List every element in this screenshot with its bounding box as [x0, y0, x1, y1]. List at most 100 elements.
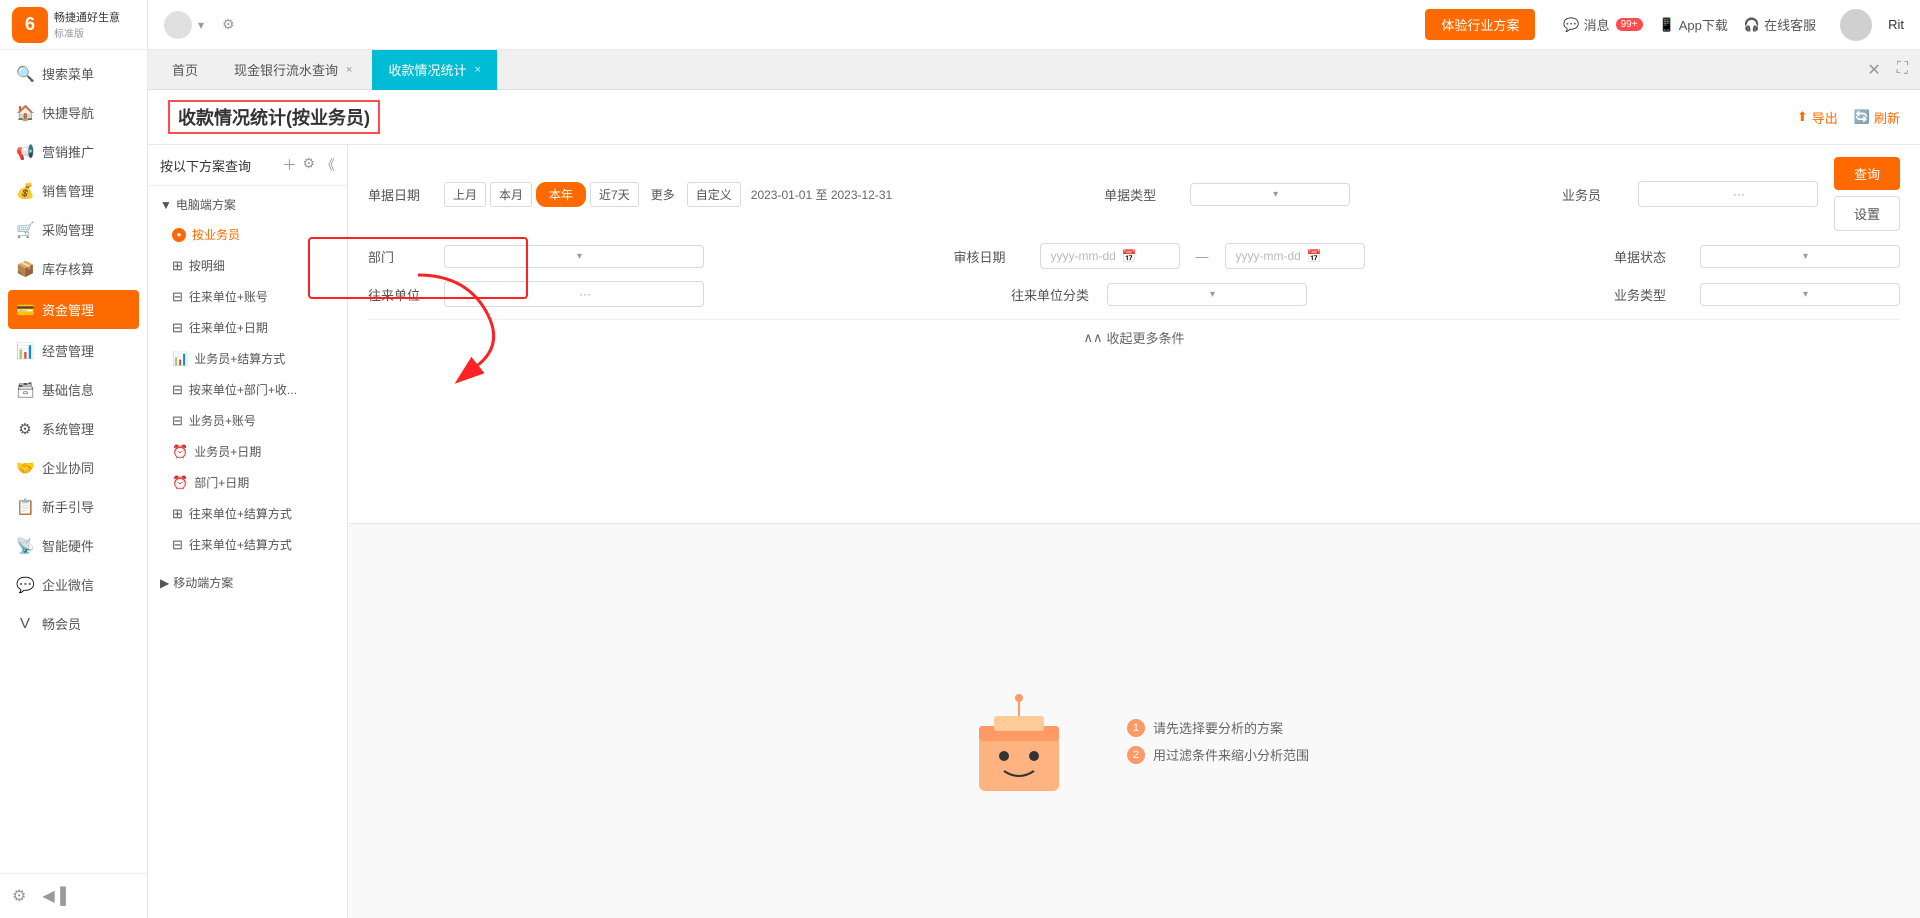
- sidebar-item-finance[interactable]: 💳 资金管理: [8, 290, 139, 329]
- scheme-section-desktop: ▼ 电脑端方案 ● 按业务员 ⊞ 按明细 ⊟ 往来单位+账号: [148, 186, 347, 564]
- dept-date-icon: ⏰: [172, 475, 188, 491]
- tab-receipts[interactable]: 收款情况统计 ×: [372, 50, 496, 90]
- right-panel: 单据日期 上月 本月 本年 近7天 更多 自定义 2023-01-01 至 20…: [348, 145, 1920, 918]
- sidebar-item-wechat[interactable]: 💬 企业微信: [0, 565, 147, 604]
- sidebar-item-operation[interactable]: 📊 经营管理: [0, 331, 147, 370]
- date-dash: —: [1196, 249, 1209, 264]
- salesperson-label: 业务员: [1562, 185, 1622, 204]
- sidebar-item-basic[interactable]: 🗃 基础信息: [0, 370, 147, 409]
- partner-select[interactable]: ···: [444, 281, 704, 307]
- body-area: 按以下方案查询 ＋ ⚙ 《 ▼ 电脑端方案 ● 按业务员: [148, 145, 1920, 918]
- sidebar-menu: 🔍 搜索菜单 🏠 快捷导航 📢 营销推广 💰 销售管理 🛒 采购管理 📦 库存核…: [0, 50, 147, 873]
- sidebar-item-purchase[interactable]: 🛒 采购管理: [0, 210, 147, 249]
- dept-select[interactable]: ▾: [444, 245, 704, 268]
- app-download-item[interactable]: 📱 App下载: [1659, 15, 1728, 34]
- sidebar-item-guide[interactable]: 📋 新手引导: [0, 487, 147, 526]
- type-select[interactable]: ▾: [1190, 183, 1350, 206]
- sidebar-item-hardware[interactable]: 📡 智能硬件: [0, 526, 147, 565]
- date-btn-last-month[interactable]: 上月: [444, 182, 486, 207]
- export-button[interactable]: ⬆ 导出: [1797, 108, 1838, 127]
- settings-button[interactable]: 设置: [1834, 196, 1900, 231]
- scheme-item-unit-dept[interactable]: ⊟ 按来单位+部门+收...: [148, 374, 347, 405]
- guide-icon: 📋: [16, 498, 34, 516]
- notification-icon: 💬: [1563, 17, 1579, 33]
- trial-button[interactable]: 体验行业方案: [1425, 9, 1535, 40]
- sidebar-item-member[interactable]: V 畅会员: [0, 604, 147, 643]
- detail-icon: ⊞: [172, 258, 183, 274]
- chevron-right-icon: ▶: [160, 576, 169, 590]
- scheme-collapse-button[interactable]: 《: [321, 155, 335, 175]
- sidebar-item-marketing[interactable]: 📢 营销推广: [0, 132, 147, 171]
- scheme-section-mobile: ▶ 移动端方案: [148, 564, 347, 601]
- date-btn-custom[interactable]: 自定义: [687, 182, 741, 207]
- user-avatar[interactable]: [1840, 9, 1872, 41]
- salesperson-select[interactable]: ···: [1638, 181, 1818, 207]
- date-range-text: 2023-01-01 至 2023-12-31: [751, 186, 892, 203]
- filter-row-3: 往来单位 ··· 往来单位分类 ▾ 业务类型: [368, 281, 1900, 307]
- basic-icon: 🗃: [16, 381, 34, 399]
- date-btn-this-month[interactable]: 本月: [490, 182, 532, 207]
- sidebar-item-system[interactable]: ⚙ 系统管理: [0, 409, 147, 448]
- notification-item[interactable]: 💬 消息 99+: [1563, 15, 1642, 34]
- empty-hint-1: 1 请先选择要分析的方案: [1127, 718, 1309, 737]
- scheme-item-sale-date[interactable]: ⏰ 业务员+日期: [148, 436, 347, 467]
- scheme-item-salesperson[interactable]: ● 按业务员: [148, 219, 347, 250]
- sidebar-item-sales[interactable]: 💰 销售管理: [0, 171, 147, 210]
- collapse-button[interactable]: ∧∧ 收起更多条件: [368, 319, 1900, 355]
- sales-icon: 💰: [16, 182, 34, 200]
- tab-bar-end: ✕ ⛶: [1863, 56, 1912, 84]
- scheme-settings-button[interactable]: ⚙: [302, 155, 315, 175]
- business-type-select[interactable]: ▾: [1700, 283, 1900, 306]
- date-btn-more[interactable]: 更多: [643, 183, 683, 206]
- date-btn-this-year[interactable]: 本年: [536, 182, 586, 207]
- scheme-item-unit-settlement1[interactable]: ⊞ 往来单位+结算方式: [148, 498, 347, 529]
- business-type-label: 业务类型: [1614, 285, 1684, 304]
- maximize-icon[interactable]: ⛶: [1893, 56, 1912, 84]
- type-select-arrow: ▾: [1273, 189, 1339, 200]
- online-service-item[interactable]: 🎧 在线客服: [1744, 15, 1816, 34]
- tab-close-cashflow[interactable]: ×: [346, 64, 352, 76]
- review-date-to[interactable]: yyyy-mm-dd 📅: [1225, 243, 1365, 269]
- scheme-header: 按以下方案查询 ＋ ⚙ 《: [148, 145, 347, 186]
- collapse-sidebar-icon[interactable]: ◀▐: [42, 886, 66, 906]
- partner-label: 往来单位: [368, 285, 428, 304]
- scheme-section-mobile-title[interactable]: ▶ 移动端方案: [148, 568, 347, 597]
- scheme-item-unit-account[interactable]: ⊟ 往来单位+账号: [148, 281, 347, 312]
- scheme-section-desktop-title[interactable]: ▼ 电脑端方案: [148, 190, 347, 219]
- status-select[interactable]: ▾: [1700, 245, 1900, 268]
- scheme-item-dept-date[interactable]: ⏰ 部门+日期: [148, 467, 347, 498]
- scheme-item-unit-date[interactable]: ⊟ 往来单位+日期: [148, 312, 347, 343]
- page-header: 收款情况统计(按业务员) ⬆ 导出 🔄 刷新: [148, 90, 1920, 145]
- filter-panel: 单据日期 上月 本月 本年 近7天 更多 自定义 2023-01-01 至 20…: [348, 145, 1920, 523]
- scheme-item-detail[interactable]: ⊞ 按明细: [148, 250, 347, 281]
- settings-bottom-icon[interactable]: ⚙: [12, 886, 26, 906]
- marketing-icon: 📢: [16, 143, 34, 161]
- home-icon: 🏠: [16, 104, 34, 122]
- partner-type-arrow: ▾: [1210, 289, 1296, 300]
- partner-type-select[interactable]: ▾: [1107, 283, 1307, 306]
- tab-cashflow[interactable]: 现金银行流水查询 ×: [218, 54, 368, 86]
- query-button[interactable]: 查询: [1834, 157, 1900, 190]
- refresh-button[interactable]: 🔄 刷新: [1854, 108, 1900, 127]
- partner-dots[interactable]: ···: [579, 287, 693, 301]
- sidebar-item-quicknav[interactable]: 🏠 快捷导航: [0, 93, 147, 132]
- operation-icon: 📊: [16, 342, 34, 360]
- date-buttons: 上月 本月 本年 近7天 更多 自定义 2023-01-01 至 2023-12…: [444, 182, 892, 207]
- page-title: 收款情况统计(按业务员): [168, 100, 380, 134]
- sidebar-item-inventory[interactable]: 📦 库存核算: [0, 249, 147, 288]
- empty-hint-2: 2 用过滤条件来缩小分析范围: [1127, 745, 1309, 764]
- sidebar-item-enterprise[interactable]: 🤝 企业协同: [0, 448, 147, 487]
- scheme-item-sale-settlement[interactable]: 📊 业务员+结算方式: [148, 343, 347, 374]
- scheme-add-button[interactable]: ＋: [282, 155, 296, 175]
- salesperson-dots[interactable]: ···: [1733, 187, 1807, 201]
- tab-close-receipts[interactable]: ×: [474, 64, 480, 76]
- scheme-item-unit-settlement2[interactable]: ⊟ 往来单位+结算方式: [148, 529, 347, 560]
- review-date-from[interactable]: yyyy-mm-dd 📅: [1040, 243, 1180, 269]
- sidebar-item-search[interactable]: 🔍 搜索菜单: [0, 54, 147, 93]
- close-window-icon[interactable]: ✕: [1863, 56, 1884, 84]
- unit-dept-icon: ⊟: [172, 382, 183, 398]
- tab-home[interactable]: 首页: [156, 54, 214, 86]
- gear-icon-top[interactable]: ⚙: [222, 16, 235, 33]
- date-btn-7days[interactable]: 近7天: [590, 182, 639, 207]
- scheme-item-sale-account[interactable]: ⊟ 业务员+账号: [148, 405, 347, 436]
